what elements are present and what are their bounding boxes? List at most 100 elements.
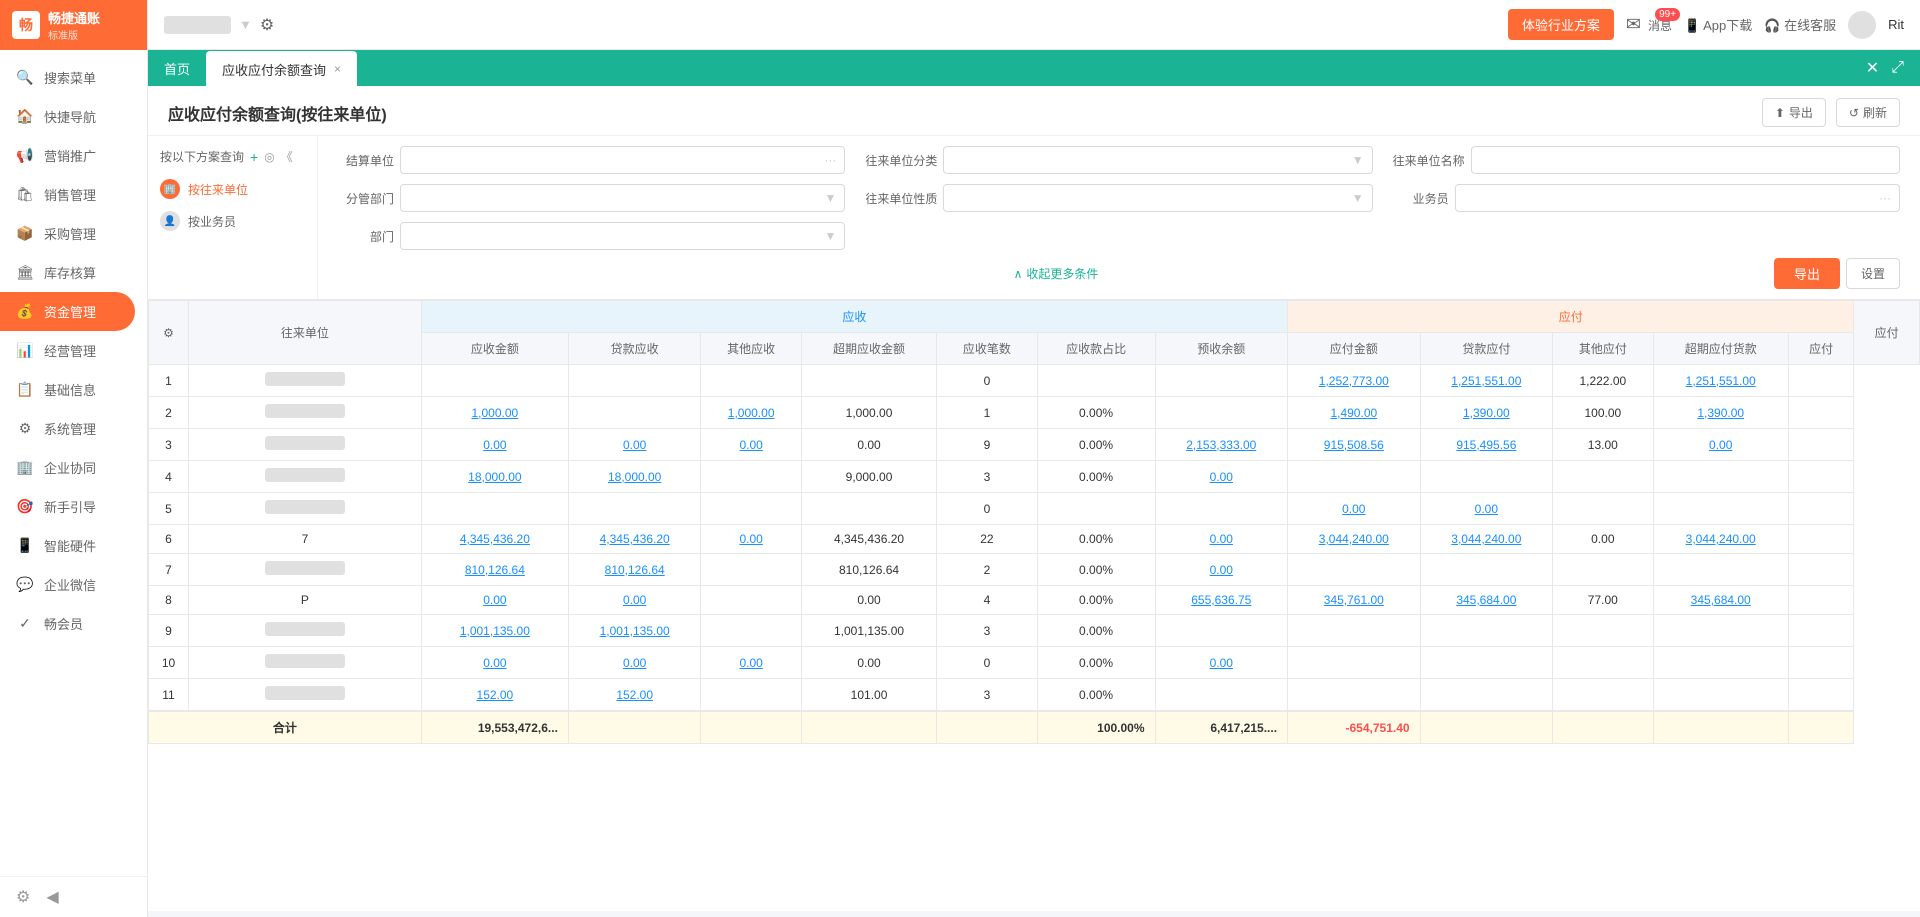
table-cell[interactable]: 1,001,135.00 <box>421 615 568 647</box>
table-cell[interactable]: 3,044,240.00 <box>1653 525 1788 554</box>
maximize-icon[interactable]: ⤢ <box>1891 59 1904 77</box>
settlement-unit-input[interactable]: ··· <box>400 146 845 174</box>
table-cell[interactable]: 0.00 <box>1653 429 1788 461</box>
table-cell[interactable] <box>1420 679 1553 712</box>
table-cell[interactable] <box>1653 679 1788 712</box>
table-cell[interactable] <box>421 493 568 525</box>
table-cell[interactable]: 0.00 <box>701 429 801 461</box>
table-cell[interactable]: 4,345,436.20 <box>568 525 701 554</box>
table-cell[interactable]: 1,490.00 <box>1288 397 1421 429</box>
table-cell[interactable] <box>1420 647 1553 679</box>
sidebar-item-sales[interactable]: 🛍 销售管理 <box>0 175 147 214</box>
col-settings-header[interactable]: ⚙ <box>149 301 189 365</box>
table-cell[interactable]: 1,000.00 <box>421 397 568 429</box>
promo-button[interactable]: 体验行业方案 <box>1508 9 1614 40</box>
table-cell[interactable] <box>701 461 801 493</box>
app-download-btn[interactable]: 📱 App下载 <box>1684 15 1752 34</box>
sidebar-item-wechat[interactable]: 💬 企业微信 <box>0 565 147 604</box>
table-cell[interactable] <box>1288 554 1421 586</box>
sidebar-item-finance[interactable]: 💰 资金管理 <box>0 292 135 331</box>
tab-home[interactable]: 首页 <box>148 50 206 86</box>
table-cell[interactable] <box>1653 461 1788 493</box>
table-cell[interactable] <box>1288 461 1421 493</box>
table-cell[interactable] <box>421 365 568 397</box>
query-option-by-staff[interactable]: 👤 按业务员 <box>148 205 317 237</box>
table-cell[interactable] <box>1155 365 1288 397</box>
user-avatar[interactable] <box>1848 11 1876 39</box>
table-cell[interactable]: 0.00 <box>1155 461 1288 493</box>
table-cell[interactable] <box>1288 679 1421 712</box>
table-cell[interactable]: 0.00 <box>1288 493 1421 525</box>
table-cell[interactable]: 4,345,436.20 <box>421 525 568 554</box>
unit-category-select[interactable]: ▼ <box>943 146 1372 174</box>
table-cell[interactable] <box>701 586 801 615</box>
table-cell[interactable]: 0.00 <box>568 586 701 615</box>
sidebar-item-quick-nav[interactable]: 🏠 快捷导航 <box>0 97 147 136</box>
table-cell[interactable]: 3,044,240.00 <box>1420 525 1553 554</box>
message-button[interactable]: ✉ 99+ 消息 <box>1626 14 1672 35</box>
collapse-scheme-icon[interactable]: 《 <box>281 148 293 165</box>
table-cell[interactable]: 0.00 <box>1155 554 1288 586</box>
table-cell[interactable]: 0.00 <box>568 647 701 679</box>
table-cell[interactable]: 1,001,135.00 <box>568 615 701 647</box>
table-cell[interactable]: 345,684.00 <box>1653 586 1788 615</box>
table-cell[interactable] <box>1420 615 1553 647</box>
table-cell[interactable]: 915,508.56 <box>1288 429 1421 461</box>
table-cell[interactable] <box>701 493 801 525</box>
sidebar-item-member[interactable]: ✓ 畅会员 <box>0 604 147 643</box>
table-cell[interactable]: 655,636.75 <box>1155 586 1288 615</box>
table-cell[interactable]: 152.00 <box>568 679 701 712</box>
table-cell[interactable]: 810,126.64 <box>421 554 568 586</box>
table-cell[interactable]: 1,251,551.00 <box>1653 365 1788 397</box>
sidebar-item-hardware[interactable]: 📱 智能硬件 <box>0 526 147 565</box>
table-cell[interactable] <box>701 554 801 586</box>
setting-button[interactable]: 设置 <box>1846 258 1900 289</box>
tab-close-icon[interactable]: × <box>334 62 341 76</box>
sidebar-item-search-menu[interactable]: 🔍 搜索菜单 <box>0 58 147 97</box>
collapse-more-btn[interactable]: ∧ 收起更多条件 <box>1014 265 1099 282</box>
table-cell[interactable]: 0.00 <box>421 647 568 679</box>
sidebar-item-system[interactable]: ⚙ 系统管理 <box>0 409 147 448</box>
dept-select[interactable]: ▼ <box>400 184 845 212</box>
close-window-icon[interactable]: ✕ <box>1866 58 1879 78</box>
table-cell[interactable] <box>1155 397 1288 429</box>
table-cell[interactable] <box>1420 461 1553 493</box>
table-cell[interactable] <box>1155 679 1288 712</box>
table-cell[interactable]: 345,761.00 <box>1288 586 1421 615</box>
table-cell[interactable] <box>1653 554 1788 586</box>
table-cell[interactable]: 810,126.64 <box>568 554 701 586</box>
query-button[interactable]: 导出 <box>1774 258 1840 289</box>
table-cell[interactable] <box>1288 615 1421 647</box>
table-cell[interactable]: 0.00 <box>1155 647 1288 679</box>
table-cell[interactable]: 1,390.00 <box>1420 397 1553 429</box>
table-cell[interactable] <box>1420 554 1553 586</box>
table-cell[interactable] <box>1653 615 1788 647</box>
table-cell[interactable]: 152.00 <box>421 679 568 712</box>
sidebar-item-marketing[interactable]: 📢 营销推广 <box>0 136 147 175</box>
table-cell[interactable]: 1,000.00 <box>701 397 801 429</box>
table-cell[interactable] <box>568 397 701 429</box>
edit-scheme-icon[interactable]: ◎ <box>264 150 274 164</box>
table-cell[interactable]: 0.00 <box>701 525 801 554</box>
salesperson-input[interactable]: ··· <box>1455 184 1900 212</box>
table-cell[interactable] <box>568 493 701 525</box>
table-cell[interactable] <box>1288 647 1421 679</box>
sidebar-item-enterprise[interactable]: 🏢 企业协同 <box>0 448 147 487</box>
table-cell[interactable]: 0.00 <box>421 586 568 615</box>
unit-name-input[interactable] <box>1471 146 1900 174</box>
table-cell[interactable]: 345,684.00 <box>1420 586 1553 615</box>
table-cell[interactable]: 1,252,773.00 <box>1288 365 1421 397</box>
add-scheme-icon[interactable]: + <box>250 149 258 165</box>
table-cell[interactable] <box>701 365 801 397</box>
online-service-btn[interactable]: 🎧 在线客服 <box>1764 15 1836 34</box>
table-cell[interactable]: 1,251,551.00 <box>1420 365 1553 397</box>
settings-footer-icon[interactable]: ⚙ <box>16 887 30 907</box>
table-cell[interactable] <box>1653 493 1788 525</box>
table-cell[interactable] <box>1653 647 1788 679</box>
sidebar-item-purchase[interactable]: 📦 采购管理 <box>0 214 147 253</box>
sidebar-item-beginner[interactable]: 🎯 新手引导 <box>0 487 147 526</box>
table-cell[interactable]: 0.00 <box>568 429 701 461</box>
table-cell[interactable] <box>701 615 801 647</box>
table-cell[interactable]: 18,000.00 <box>421 461 568 493</box>
sidebar-item-operation[interactable]: 📊 经营管理 <box>0 331 147 370</box>
